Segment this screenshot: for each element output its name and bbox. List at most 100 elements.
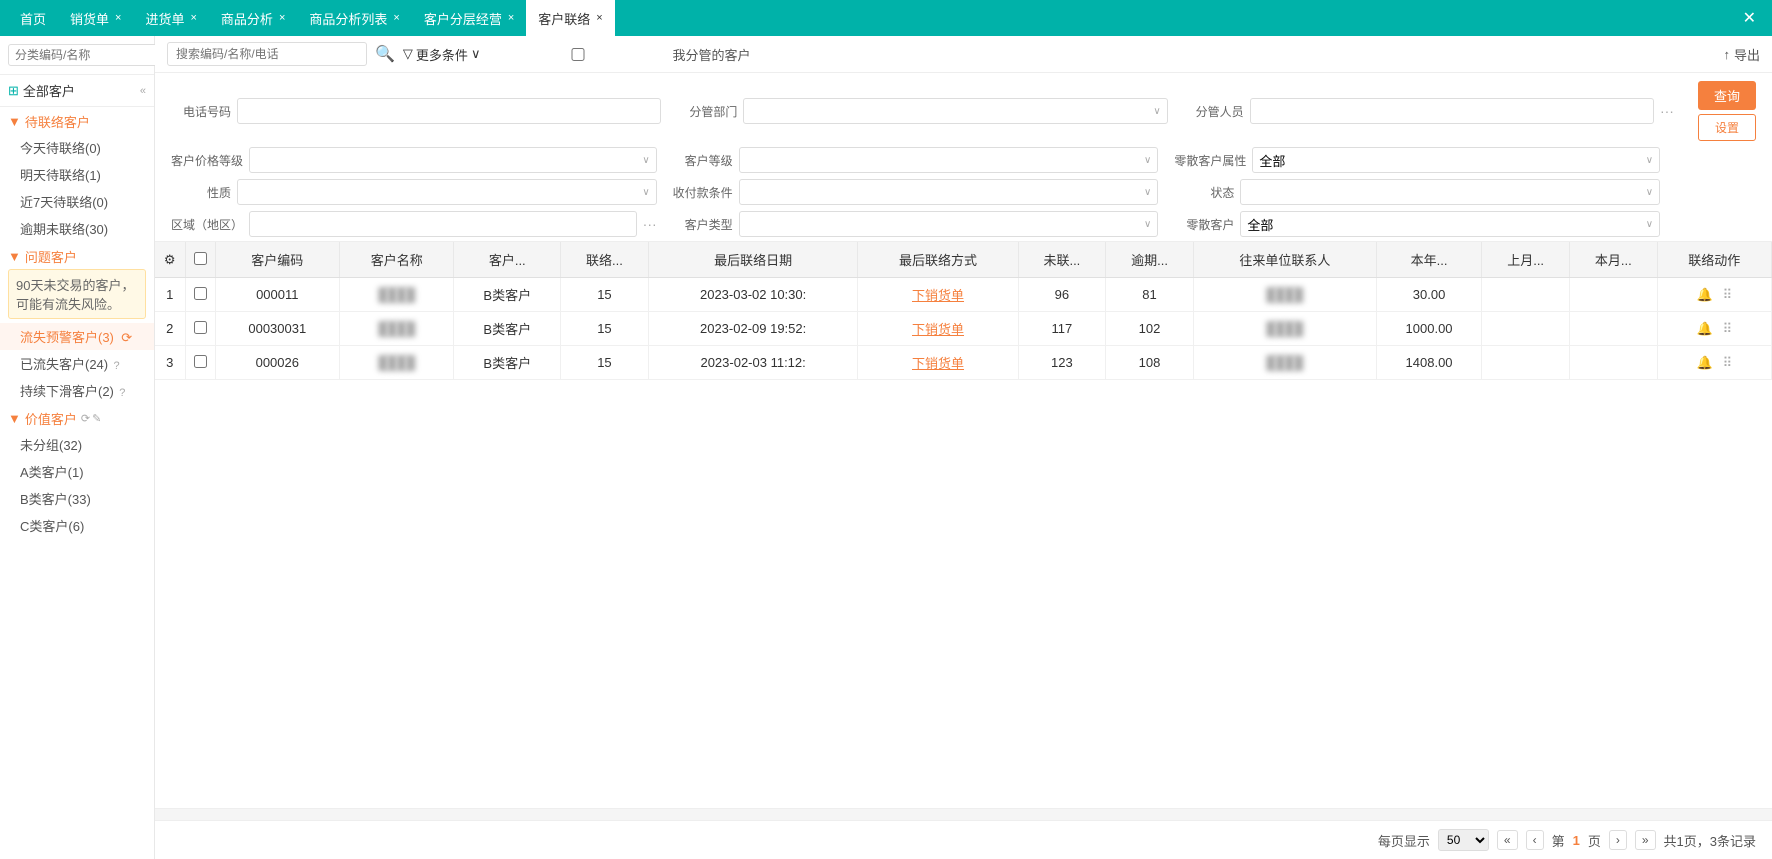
nature-select[interactable]: ∨ (237, 179, 657, 205)
region-input[interactable] (249, 211, 637, 237)
col-last-contact-method[interactable]: 最后联络方式 (858, 242, 1018, 278)
churn-warning-refresh-icon[interactable]: ⟳ (121, 330, 132, 345)
col-contact-person[interactable]: 往来单位联系人 (1193, 242, 1376, 278)
row-last-contact-method[interactable]: 下销货单 (858, 346, 1018, 380)
declining-info-icon[interactable]: ? (119, 387, 125, 399)
phone-input[interactable] (237, 98, 661, 124)
person-input[interactable] (1250, 98, 1654, 124)
close-product-analysis-list-tab[interactable]: × (393, 12, 399, 24)
close-window-btn[interactable]: ✕ (1735, 8, 1764, 28)
col-not-contacted[interactable]: 未联... (1018, 242, 1106, 278)
next-page-btn[interactable]: › (1609, 830, 1627, 850)
col-checkbox[interactable] (185, 242, 215, 278)
sidebar-item-class-c[interactable]: C类客户(6) (0, 512, 154, 539)
sidebar-search-input[interactable] (8, 44, 177, 66)
row-action[interactable]: 🔔 ⠿ (1657, 312, 1771, 346)
first-page-btn[interactable]: « (1497, 830, 1518, 850)
main-layout: 🔍 ⊞ 全部客户 « ▼ 待联络客户 今天待联络(0) 明天待联络(1) 近7天… (0, 36, 1772, 859)
prev-page-btn[interactable]: ‹ (1526, 830, 1544, 850)
col-last-contact-date[interactable]: 最后联络日期 (648, 242, 858, 278)
my-customers-filter[interactable]: 我分管的客户 (488, 45, 750, 64)
sidebar-item-churn-warning[interactable]: 流失预警客户(3) ⟳ (0, 323, 154, 350)
row-select-checkbox[interactable] (194, 287, 207, 300)
last-page-btn[interactable]: » (1635, 830, 1656, 850)
close-purchase-tab[interactable]: × (190, 12, 196, 24)
sidebar-section-churn[interactable]: ▼ 问题客户 (0, 242, 154, 269)
valued-refresh-icon[interactable]: ⟳ (81, 412, 90, 425)
sidebar-item-churned[interactable]: 已流失客户(24) ? (0, 350, 154, 377)
more-conditions-btn[interactable]: ▽ 更多条件 ∨ (403, 45, 481, 64)
row-checkbox[interactable] (185, 278, 215, 312)
nav-tab-customer-contact[interactable]: 客户联络 × (526, 0, 614, 36)
more-action-icon[interactable]: ⠿ (1723, 355, 1733, 370)
row-action[interactable]: 🔔 ⠿ (1657, 346, 1771, 380)
churned-info-icon[interactable]: ? (113, 360, 119, 372)
valued-edit-icon[interactable]: ✎ (92, 412, 101, 425)
row-last-contact-method[interactable]: 下销货单 (858, 278, 1018, 312)
nav-tab-home[interactable]: 首页 (8, 0, 58, 36)
export-btn[interactable]: ↑ 导出 (1723, 45, 1760, 64)
row-select-checkbox[interactable] (194, 355, 207, 368)
price-level-select[interactable]: ∨ (249, 147, 657, 173)
sidebar-section-pending[interactable]: ▼ 待联络客户 (0, 107, 154, 134)
my-customers-checkbox[interactable] (488, 48, 668, 61)
row-checkbox[interactable] (185, 346, 215, 380)
sidebar-section-valued[interactable]: ▼ 价值客户 ⟳ ✎ (0, 404, 154, 431)
sidebar-collapse-btn[interactable]: « (140, 85, 146, 97)
status-select[interactable]: ∨ (1240, 179, 1660, 205)
close-customer-contact-tab[interactable]: × (596, 12, 602, 24)
col-name[interactable]: 客户名称 (340, 242, 454, 278)
col-settings[interactable]: ⚙ (155, 242, 185, 278)
retail-select[interactable]: 全部 ∨ (1240, 211, 1660, 237)
person-dots-icon[interactable]: ··· (1660, 103, 1674, 119)
col-code[interactable]: 客户编码 (215, 242, 340, 278)
filter-search-btn[interactable]: 🔍 (375, 44, 395, 64)
sidebar-item-tomorrow[interactable]: 明天待联络(1) (0, 161, 154, 188)
close-sales-tab[interactable]: × (115, 12, 121, 24)
row-this-month (1569, 278, 1657, 312)
nav-tab-sales[interactable]: 销货单 × (58, 0, 133, 36)
row-checkbox[interactable] (185, 312, 215, 346)
sidebar-item-today[interactable]: 今天待联络(0) (0, 134, 154, 161)
col-last-month[interactable]: 上月... (1482, 242, 1570, 278)
nav-tab-product-analysis[interactable]: 商品分析 × (209, 0, 297, 36)
customer-level-select[interactable]: ∨ (739, 147, 1159, 173)
col-type[interactable]: 客户... (454, 242, 561, 278)
close-customer-segment-tab[interactable]: × (508, 12, 514, 24)
row-action[interactable]: 🔔 ⠿ (1657, 278, 1771, 312)
adv-label-region: 区域（地区） (171, 216, 243, 233)
nav-tab-purchase[interactable]: 进货单 × (133, 0, 208, 36)
col-contact[interactable]: 联络... (561, 242, 649, 278)
sidebar-item-overdue[interactable]: 逾期未联络(30) (0, 215, 154, 242)
row-select-checkbox[interactable] (194, 321, 207, 334)
sidebar-item-7days[interactable]: 近7天待联络(0) (0, 188, 154, 215)
all-customers-header[interactable]: ⊞ 全部客户 « (0, 75, 154, 107)
contact-icon[interactable]: 🔔 (1697, 355, 1713, 370)
sidebar-item-class-a[interactable]: A类客户(1) (0, 458, 154, 485)
sidebar-item-ungroup[interactable]: 未分组(32) (0, 431, 154, 458)
contact-icon[interactable]: 🔔 (1697, 287, 1713, 302)
sidebar-item-class-b[interactable]: B类客户(33) (0, 485, 154, 512)
select-all-checkbox[interactable] (194, 252, 207, 265)
col-this-year[interactable]: 本年... (1376, 242, 1482, 278)
table-scrollbar[interactable] (155, 808, 1772, 820)
payment-select[interactable]: ∨ (739, 179, 1159, 205)
nav-tab-product-analysis-list[interactable]: 商品分析列表 × (297, 0, 411, 36)
close-product-analysis-tab[interactable]: × (279, 12, 285, 24)
contact-icon[interactable]: 🔔 (1697, 321, 1713, 336)
nav-tab-customer-segment[interactable]: 客户分层经营 × (412, 0, 526, 36)
more-action-icon[interactable]: ⠿ (1723, 321, 1733, 336)
search-input[interactable] (167, 42, 367, 66)
col-this-month[interactable]: 本月... (1569, 242, 1657, 278)
region-dots-icon[interactable]: ··· (643, 216, 657, 232)
per-page-select[interactable]: 50 100 200 (1438, 829, 1489, 851)
more-action-icon[interactable]: ⠿ (1723, 287, 1733, 302)
retail-attr-select[interactable]: 全部 ∨ (1252, 147, 1660, 173)
query-btn[interactable]: 查询 (1698, 81, 1756, 110)
col-overdue[interactable]: 逾期... (1106, 242, 1194, 278)
dept-select[interactable]: ∨ (743, 98, 1167, 124)
sidebar-item-declining[interactable]: 持续下滑客户(2) ? (0, 377, 154, 404)
settings-btn[interactable]: 设置 (1698, 114, 1756, 141)
customer-type-select[interactable]: ∨ (739, 211, 1159, 237)
row-last-contact-method[interactable]: 下销货单 (858, 312, 1018, 346)
